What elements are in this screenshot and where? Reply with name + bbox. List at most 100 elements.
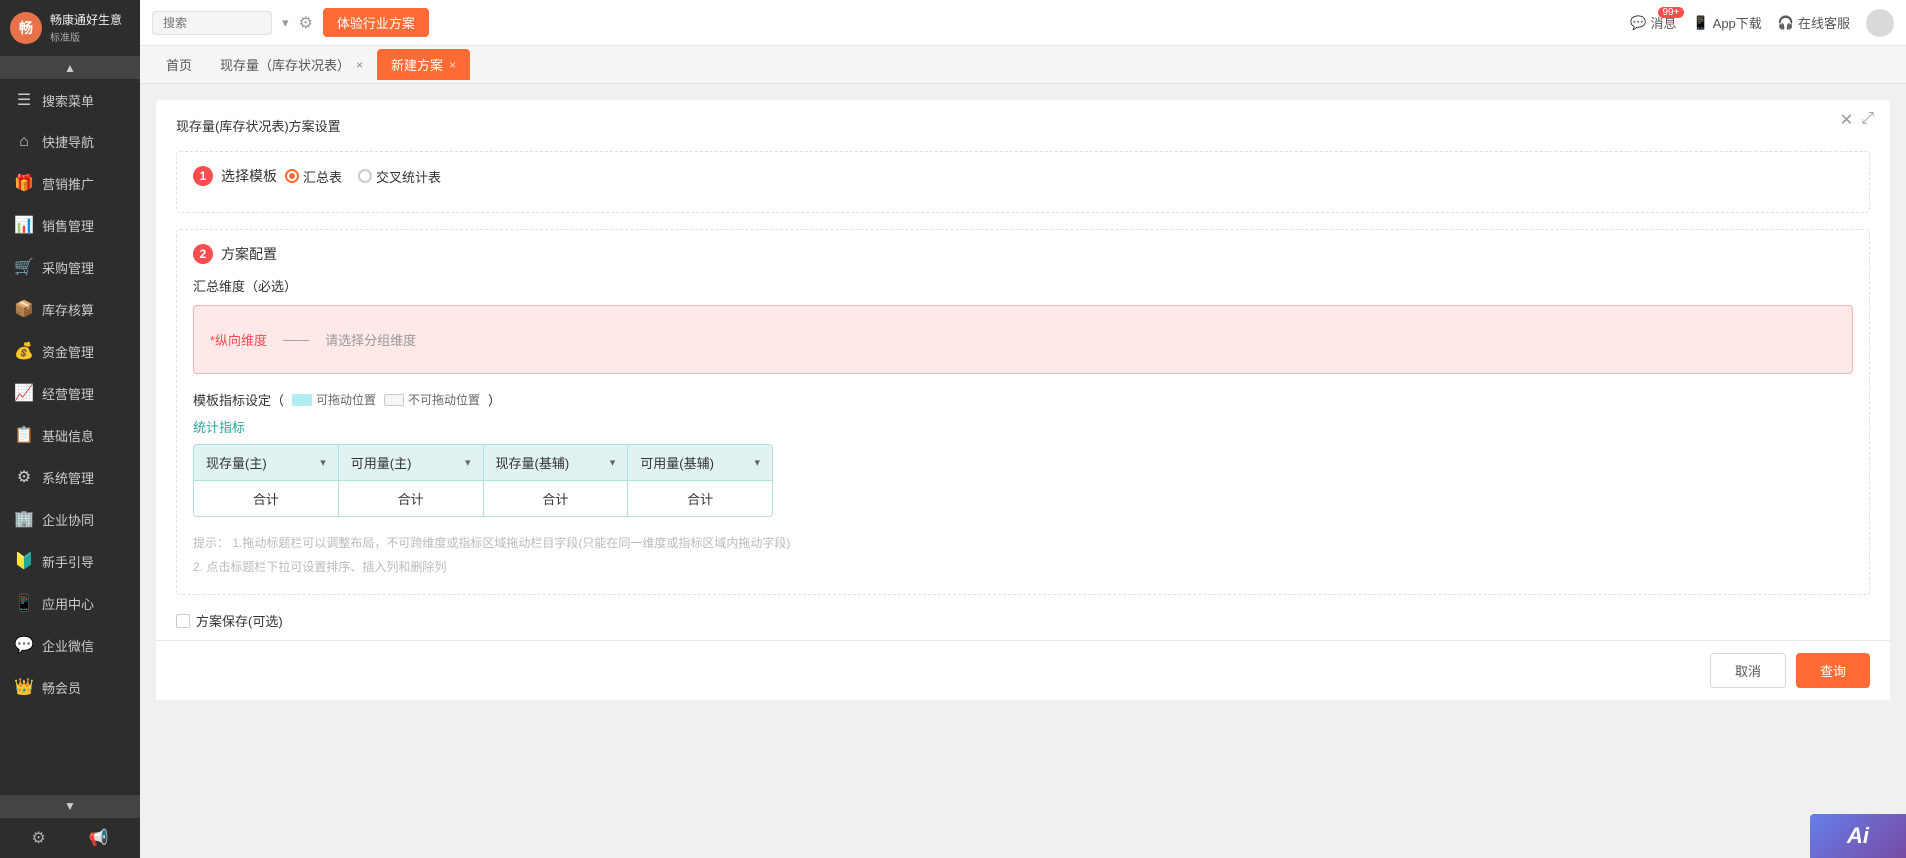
topbar-online-service[interactable]: 🎧 在线客服 <box>1778 13 1850 32</box>
sidebar-item-system[interactable]: ⚙ 系统管理 <box>0 456 140 498</box>
sidebar-item-enterprise[interactable]: 🏢 企业协同 <box>0 498 140 540</box>
inventory-icon: 📦 <box>14 299 34 319</box>
topbar: ▾ ⚙ 体验行业方案 💬 消息 99+ 📱 App下载 🎧 在线客服 <box>140 0 1906 46</box>
sidebar: 畅 畅康通好生意 标准版 ▲ ☰ 搜索菜单 ⌂ 快捷导航 🎁 营销推广 📊 销售… <box>0 0 140 858</box>
sidebar-scroll-up[interactable]: ▲ <box>0 57 140 79</box>
sidebar-item-sales-label: 销售管理 <box>42 216 94 235</box>
trial-btn[interactable]: 体验行业方案 <box>323 8 429 37</box>
stats-body-col-3-val: 合计 <box>628 481 772 516</box>
dimension-required-label: *纵向维度 <box>210 330 267 349</box>
sidebar-item-inventory[interactable]: 📦 库存核算 <box>0 288 140 330</box>
wechat-icon: 💬 <box>14 635 34 655</box>
msg-icon: 💬 <box>1630 15 1646 31</box>
section1-title: 选择模板 <box>221 166 277 186</box>
sidebar-item-member[interactable]: 👑 畅会员 <box>0 666 140 708</box>
sidebar-item-basic-label: 基础信息 <box>42 426 94 445</box>
footer-bar: 取消 查询 <box>156 640 1890 700</box>
sidebar-item-purchase[interactable]: 🛒 采购管理 <box>0 246 140 288</box>
gift-icon: 🎁 <box>14 173 34 193</box>
finance-icon: 💰 <box>14 341 34 361</box>
cancel-button[interactable]: 取消 <box>1710 653 1786 688</box>
stats-body-col-1: 合计 <box>339 481 484 516</box>
stats-col-1-dropdown[interactable]: ▾ <box>465 456 471 469</box>
stats-body-col-2-val: 合计 <box>484 481 628 516</box>
sidebar-item-finance-label: 资金管理 <box>42 342 94 361</box>
settings-icon[interactable]: ⚙ <box>31 828 45 848</box>
sidebar-item-guide[interactable]: 🔰 新手引导 <box>0 540 140 582</box>
dimension-placeholder: 请选择分组维度 <box>325 330 416 349</box>
dimension-area: *纵向维度 —— 请选择分组维度 <box>193 305 1853 374</box>
speaker-icon[interactable]: 📢 <box>89 828 109 848</box>
tab-home[interactable]: 首页 <box>152 49 206 80</box>
tab-new-plan-close[interactable]: × <box>449 58 456 72</box>
home-icon: ⌂ <box>14 133 34 151</box>
user-avatar[interactable] <box>1866 9 1894 37</box>
section2-header: 2 方案配置 <box>193 244 1853 264</box>
legend-drag: 可拖动位置 <box>292 391 376 408</box>
stats-body-col-3: 合计 <box>628 481 772 516</box>
sidebar-item-marketing[interactable]: 🎁 营销推广 <box>0 162 140 204</box>
sidebar-item-sales[interactable]: 📊 销售管理 <box>0 204 140 246</box>
tab-home-label: 首页 <box>166 55 192 74</box>
sidebar-scroll-down[interactable]: ▼ <box>0 795 140 817</box>
appcenter-icon: 📱 <box>14 593 34 613</box>
stats-body-col-0: 合计 <box>194 481 339 516</box>
sidebar-item-finance[interactable]: 💰 资金管理 <box>0 330 140 372</box>
sidebar-item-appcenter[interactable]: 📱 应用中心 <box>0 582 140 624</box>
stats-col-2-dropdown[interactable]: ▾ <box>610 456 616 469</box>
radio-crosstab[interactable]: 交叉统计表 <box>358 167 441 186</box>
sidebar-item-wechat[interactable]: 💬 企业微信 <box>0 624 140 666</box>
logo-icon: 畅 <box>10 12 42 44</box>
legend-drag-label: 可拖动位置 <box>316 391 376 408</box>
sidebar-item-basic[interactable]: 📋 基础信息 <box>0 414 140 456</box>
radio-summary[interactable]: 汇总表 <box>285 167 342 186</box>
tab-inventory[interactable]: 现存量（库存状况表） × <box>206 49 377 80</box>
sidebar-item-marketing-label: 营销推广 <box>42 174 94 193</box>
stats-col-0: 现存量(主) ▾ <box>194 445 339 481</box>
radio-summary-label: 汇总表 <box>303 167 342 186</box>
radio-summary-dot <box>285 169 299 183</box>
stats-col-0-header[interactable]: 现存量(主) ▾ <box>194 445 338 481</box>
sidebar-item-quicknav[interactable]: ⌂ 快捷导航 <box>0 121 140 162</box>
tip-line2: 2. 点击标题栏下拉可设置排序、插入列和删除列 <box>193 557 1853 579</box>
topbar-dropdown-icon[interactable]: ▾ <box>282 15 289 31</box>
topbar-gear-icon[interactable]: ⚙ <box>299 13 313 33</box>
sidebar-item-operation[interactable]: 📈 经营管理 <box>0 372 140 414</box>
topbar-msg[interactable]: 💬 消息 99+ <box>1630 13 1676 32</box>
legend-nodrag: 不可拖动位置 <box>384 391 480 408</box>
sidebar-item-search[interactable]: ☰ 搜索菜单 <box>0 79 140 121</box>
tab-new-plan[interactable]: 新建方案 × <box>377 49 470 80</box>
section1-header: 1 选择模板 汇总表 交叉统计表 <box>193 166 1853 186</box>
sidebar-item-enterprise-label: 企业协同 <box>42 510 94 529</box>
sidebar-item-search-label: 搜索菜单 <box>42 91 94 110</box>
msg-badge: 99+ <box>1658 7 1685 18</box>
save-option: 方案保存(可选) <box>176 611 1870 630</box>
close-panel-icon[interactable]: ✕ <box>1840 110 1853 130</box>
dimension-dash: —— <box>283 332 309 347</box>
stats-col-2-label: 现存量(基辅) <box>496 453 570 472</box>
stats-col-1-header[interactable]: 可用量(主) ▾ <box>339 445 483 481</box>
stats-col-3-header[interactable]: 可用量(基辅) ▾ <box>628 445 772 481</box>
stats-col-2-header[interactable]: 现存量(基辅) ▾ <box>484 445 628 481</box>
ai-badge[interactable]: Ai <box>1810 814 1906 858</box>
stats-col-3-dropdown[interactable]: ▾ <box>754 456 760 469</box>
template-radio-group: 汇总表 交叉统计表 <box>285 167 441 186</box>
member-icon: 👑 <box>14 677 34 697</box>
query-button[interactable]: 查询 <box>1796 653 1870 688</box>
stats-body-col-2: 合计 <box>484 481 629 516</box>
app-icon: 📱 <box>1692 15 1708 31</box>
legend-nodrag-label: 不可拖动位置 <box>408 391 480 408</box>
stats-col-0-dropdown[interactable]: ▾ <box>320 456 326 469</box>
indicators-close-paren: ） <box>488 390 501 409</box>
topbar-app-download[interactable]: 📱 App下载 <box>1692 13 1761 32</box>
sidebar-item-purchase-label: 采购管理 <box>42 258 94 277</box>
tab-inventory-close[interactable]: × <box>356 58 363 72</box>
aggregate-label: 汇总维度（必选） <box>193 276 1853 295</box>
save-checkbox[interactable] <box>176 614 190 628</box>
sidebar-item-inventory-label: 库存核算 <box>42 300 94 319</box>
system-icon: ⚙ <box>14 467 34 487</box>
expand-panel-icon[interactable]: ⤢ <box>1861 110 1874 130</box>
radio-crosstab-label: 交叉统计表 <box>376 167 441 186</box>
search-input[interactable] <box>152 11 272 35</box>
main-area: ▾ ⚙ 体验行业方案 💬 消息 99+ 📱 App下载 🎧 在线客服 首页 <box>140 0 1906 858</box>
